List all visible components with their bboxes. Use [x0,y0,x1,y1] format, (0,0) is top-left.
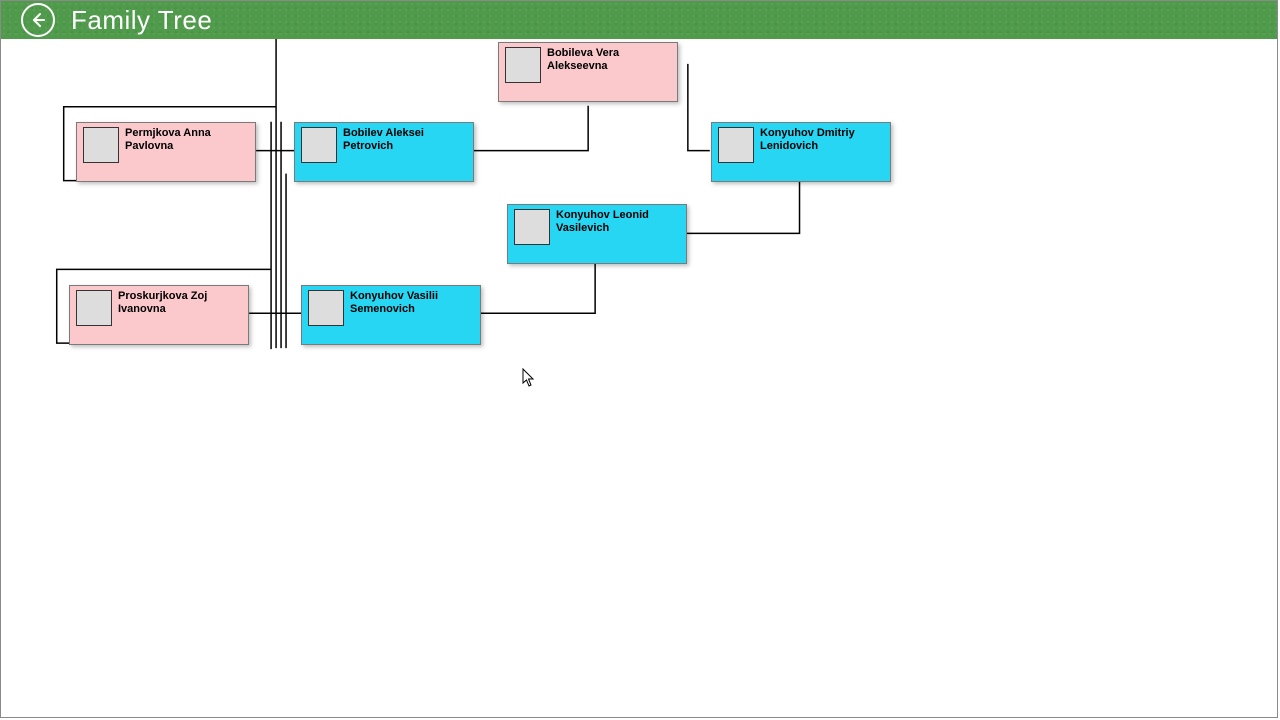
person-card-permjkova[interactable]: Permjkova Anna Pavlovna [76,122,256,182]
person-name: Konyuhov Dmitriy Lenidovich [760,127,884,153]
person-name: Bobileva Vera Alekseevna [547,47,671,73]
page-title: Family Tree [71,5,212,36]
back-arrow-icon [30,12,46,28]
tree-canvas[interactable]: Bobileva Vera Alekseevna Permjkova Anna … [1,39,1277,717]
person-photo-icon [76,290,112,326]
person-card-bobilev[interactable]: Bobilev Aleksei Petrovich [294,122,474,182]
person-card-vasilii[interactable]: Konyuhov Vasilii Semenovich [301,285,481,345]
person-card-dmitriy[interactable]: Konyuhov Dmitriy Lenidovich [711,122,891,182]
person-photo-icon [308,290,344,326]
person-photo-icon [718,127,754,163]
person-card-proskurjkova[interactable]: Proskurjkova Zoj Ivanovna [69,285,249,345]
person-name: Proskurjkova Zoj Ivanovna [118,290,242,316]
person-name: Bobilev Aleksei Petrovich [343,127,467,153]
person-photo-icon [83,127,119,163]
person-photo-icon [505,47,541,83]
person-photo-icon [301,127,337,163]
app-header: Family Tree [1,1,1277,39]
person-card-leonid[interactable]: Konyuhov Leonid Vasilevich [507,204,687,264]
back-button[interactable] [21,3,55,37]
person-photo-icon [514,209,550,245]
person-card-bobileva[interactable]: Bobileva Vera Alekseevna [498,42,678,102]
person-name: Konyuhov Leonid Vasilevich [556,209,680,235]
person-name: Permjkova Anna Pavlovna [125,127,249,153]
cursor-icon [522,368,536,388]
person-name: Konyuhov Vasilii Semenovich [350,290,474,316]
